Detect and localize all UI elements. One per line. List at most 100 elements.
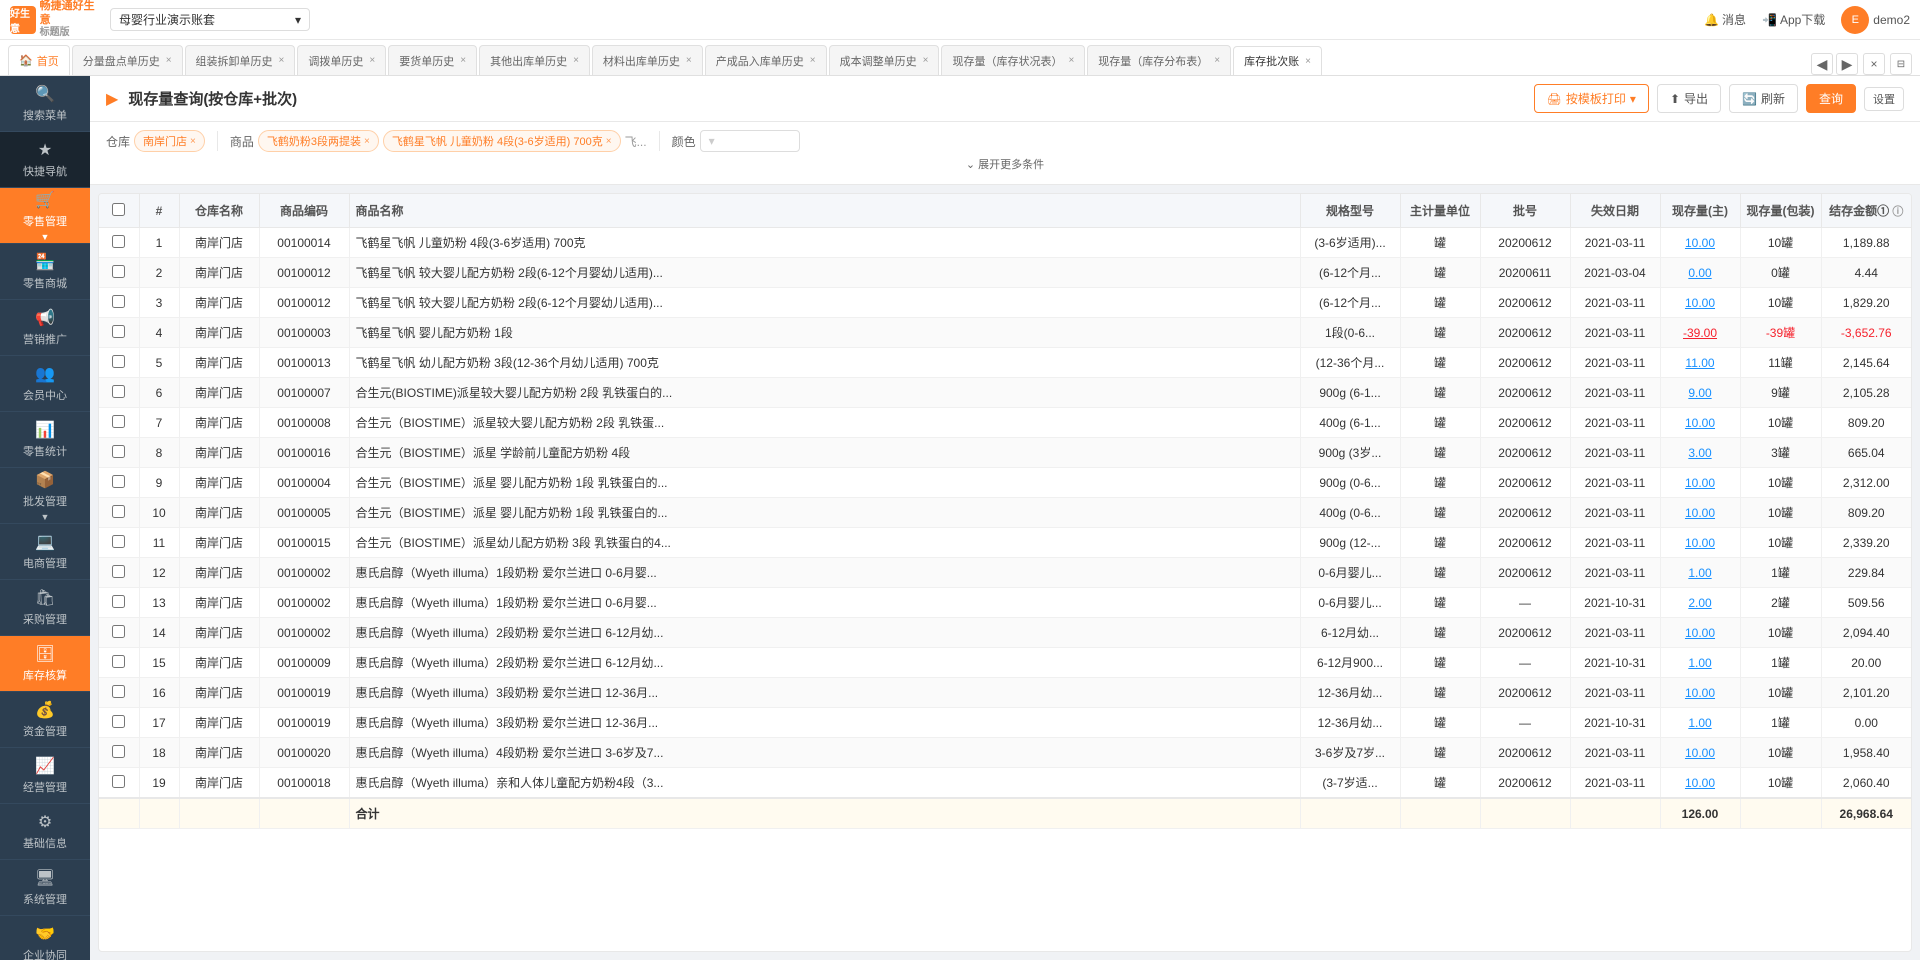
sidebar-item-finance[interactable]: 💰 资金管理 xyxy=(0,692,90,748)
breadcrumb-selector[interactable]: 母婴行业演示账套 ▾ xyxy=(110,8,310,31)
close-icon[interactable]: × xyxy=(1214,55,1220,66)
tab-material-out[interactable]: 材料出库单历史 × xyxy=(592,45,703,75)
tab-other-out[interactable]: 其他出库单历史 × xyxy=(479,45,590,75)
cell-checkbox[interactable] xyxy=(99,438,139,468)
tab-cost-adjust[interactable]: 成本调整单历史 × xyxy=(829,45,940,75)
cell-stock-main[interactable]: 10.00 xyxy=(1660,768,1740,799)
user-profile[interactable]: E demo2 xyxy=(1841,6,1910,34)
expand-conditions-btn[interactable]: ⌄ 展开更多条件 xyxy=(966,156,1044,172)
close-icon[interactable]: × xyxy=(460,55,466,66)
cell-checkbox[interactable] xyxy=(99,378,139,408)
cell-checkbox[interactable] xyxy=(99,288,139,318)
cell-checkbox[interactable] xyxy=(99,228,139,258)
cell-stock-main[interactable]: 10.00 xyxy=(1660,678,1740,708)
sidebar-item-member[interactable]: 👥 会员中心 xyxy=(0,356,90,412)
cell-stock-main[interactable]: 10.00 xyxy=(1660,468,1740,498)
tab-stock-dist[interactable]: 现存量（库存分布表） × xyxy=(1087,45,1231,75)
tag-close-icon[interactable]: × xyxy=(190,136,196,147)
cell-stock-main[interactable]: 1.00 xyxy=(1660,708,1740,738)
cell-checkbox[interactable] xyxy=(99,768,139,799)
tab-demand[interactable]: 要货单历史 × xyxy=(388,45,477,75)
tab-split[interactable]: 分量盘点单历史 × xyxy=(72,45,183,75)
cell-stock-main[interactable]: 10.00 xyxy=(1660,618,1740,648)
cell-checkbox[interactable] xyxy=(99,618,139,648)
close-icon[interactable]: × xyxy=(166,55,172,66)
export-btn[interactable]: ⬆ 导出 xyxy=(1657,84,1721,113)
info-icon[interactable]: ⓘ xyxy=(1892,206,1903,218)
cell-checkbox[interactable] xyxy=(99,498,139,528)
sidebar-item-wholesale[interactable]: 📦 批发管理 ▼ xyxy=(0,468,90,524)
sidebar-item-ecommerce[interactable]: 💻 电商管理 xyxy=(0,524,90,580)
cell-stock-main[interactable]: 10.00 xyxy=(1660,528,1740,558)
cell-stock-main[interactable]: 10.00 xyxy=(1660,228,1740,258)
cell-checkbox[interactable] xyxy=(99,738,139,768)
template-print-btn[interactable]: 🖨 按模板打印 ▾ xyxy=(1534,84,1649,113)
close-icon[interactable]: × xyxy=(686,55,692,66)
product-tag-0[interactable]: 飞鹤奶粉3段两提装 × xyxy=(258,130,379,152)
sidebar-item-operation[interactable]: 📈 经营管理 xyxy=(0,748,90,804)
tab-blending[interactable]: 调拨单历史 × xyxy=(297,45,386,75)
tab-product-in[interactable]: 产成品入库单历史 × xyxy=(705,45,827,75)
close-icon[interactable]: × xyxy=(810,55,816,66)
cell-stock-main[interactable]: 10.00 xyxy=(1660,498,1740,528)
sidebar-item-stats[interactable]: 📊 零售统计 xyxy=(0,412,90,468)
cell-checkbox[interactable] xyxy=(99,678,139,708)
color-input[interactable]: ▾ xyxy=(700,130,800,152)
cell-checkbox[interactable] xyxy=(99,318,139,348)
cell-checkbox[interactable] xyxy=(99,528,139,558)
tab-stock-status[interactable]: 现存量（库存状况表） × xyxy=(941,45,1085,75)
cell-checkbox[interactable] xyxy=(99,258,139,288)
warehouse-tag-0[interactable]: 南岸门店 × xyxy=(134,130,205,152)
cell-stock-main[interactable]: 3.00 xyxy=(1660,438,1740,468)
tab-menu-btn[interactable]: ⊟ xyxy=(1890,53,1912,75)
tab-prev-btn[interactable]: ◀ xyxy=(1811,53,1833,75)
cell-stock-main[interactable]: 0.00 xyxy=(1660,258,1740,288)
select-all-checkbox[interactable] xyxy=(112,203,125,216)
cell-checkbox[interactable] xyxy=(99,648,139,678)
tab-batch[interactable]: 库存批次账 × xyxy=(1233,46,1322,76)
close-icon[interactable]: × xyxy=(923,55,929,66)
cell-stock-main[interactable]: 10.00 xyxy=(1660,408,1740,438)
sidebar-item-mall[interactable]: 🏪 零售商城 xyxy=(0,244,90,300)
sidebar-item-inventory[interactable]: 🗄 库存核算 xyxy=(0,636,90,692)
close-icon[interactable]: × xyxy=(1305,56,1311,67)
sidebar-item-quick[interactable]: ★ 快捷导航 xyxy=(0,132,90,188)
settings-btn[interactable]: 设置 xyxy=(1864,87,1904,111)
query-btn[interactable]: 查询 xyxy=(1806,84,1856,113)
sidebar-item-cooperation[interactable]: 🤝 企业协同 xyxy=(0,916,90,960)
tag-close-icon[interactable]: × xyxy=(606,136,612,147)
sidebar-item-marketing[interactable]: 📢 营销推广 xyxy=(0,300,90,356)
product-tag-1[interactable]: 飞鹤星飞帆 儿童奶粉 4段(3-6岁适用) 700克 × xyxy=(383,130,621,152)
sidebar-item-purchase[interactable]: 🛍 采购管理 xyxy=(0,580,90,636)
collapse-arrow[interactable]: ▶ xyxy=(106,89,118,109)
cell-stock-main[interactable]: 10.00 xyxy=(1660,288,1740,318)
sidebar-item-retail[interactable]: 🛒 零售管理 ▼ xyxy=(0,188,90,244)
tab-unpack[interactable]: 组装拆卸单历史 × xyxy=(185,45,296,75)
refresh-btn[interactable]: 🔄 刷新 xyxy=(1729,84,1798,113)
cell-checkbox[interactable] xyxy=(99,348,139,378)
app-download-btn[interactable]: 📲 App下载 xyxy=(1762,11,1825,28)
product-more[interactable]: 飞... xyxy=(625,133,647,150)
cell-stock-main[interactable]: 1.00 xyxy=(1660,558,1740,588)
cell-stock-main[interactable]: 10.00 xyxy=(1660,738,1740,768)
tab-next-btn[interactable]: ▶ xyxy=(1836,53,1858,75)
cell-checkbox[interactable] xyxy=(99,468,139,498)
close-icon[interactable]: × xyxy=(279,55,285,66)
tab-home[interactable]: 🏠 首页 xyxy=(8,45,70,75)
tag-close-icon[interactable]: × xyxy=(364,136,370,147)
sidebar-item-basic[interactable]: ⚙ 基础信息 xyxy=(0,804,90,860)
close-icon[interactable]: × xyxy=(573,55,579,66)
cell-stock-main[interactable]: 9.00 xyxy=(1660,378,1740,408)
cell-checkbox[interactable] xyxy=(99,708,139,738)
sidebar-item-system[interactable]: 🖥 系统管理 xyxy=(0,860,90,916)
cell-stock-main[interactable]: -39.00 xyxy=(1660,318,1740,348)
messages-btn[interactable]: 🔔 消息 xyxy=(1704,11,1746,28)
cell-stock-main[interactable]: 2.00 xyxy=(1660,588,1740,618)
cell-checkbox[interactable] xyxy=(99,408,139,438)
cell-checkbox[interactable] xyxy=(99,558,139,588)
close-icon[interactable]: × xyxy=(1068,55,1074,66)
cell-checkbox[interactable] xyxy=(99,588,139,618)
tab-close-all-btn[interactable]: × xyxy=(1863,53,1885,75)
cell-stock-main[interactable]: 11.00 xyxy=(1660,348,1740,378)
sidebar-item-search[interactable]: 🔍 搜索菜单 xyxy=(0,76,90,132)
